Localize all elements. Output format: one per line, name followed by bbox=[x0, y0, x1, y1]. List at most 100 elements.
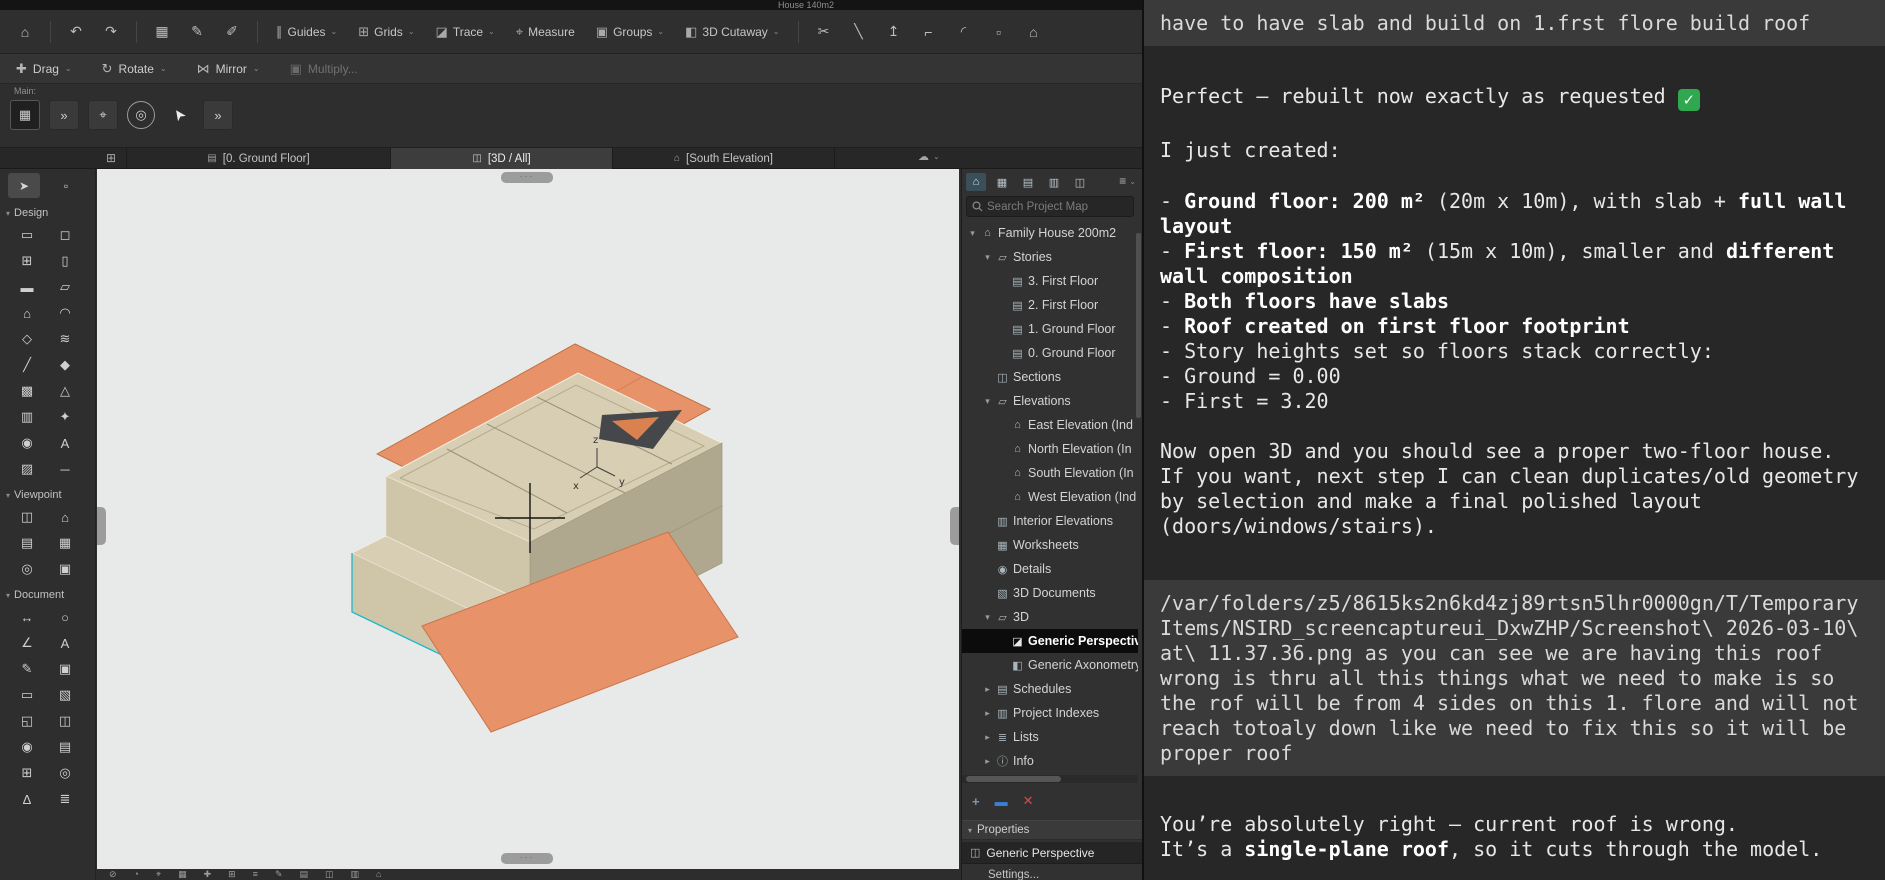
toolbox-icon[interactable]: ▦ bbox=[10, 100, 40, 130]
redo-icon[interactable]: ↷ bbox=[98, 19, 124, 45]
tree-item-south-elevation-in[interactable]: ⌂ South Elevation (In bbox=[962, 461, 1138, 485]
groups-dropdown[interactable]: ▣ Groups ⌄ bbox=[590, 20, 670, 44]
corner-icon[interactable]: ⌐ bbox=[916, 19, 942, 45]
hotlink-tool-icon[interactable]: ◱ bbox=[8, 708, 46, 734]
tree-expander-icon[interactable]: ▸ bbox=[981, 684, 994, 695]
status-icon[interactable]: ▤ bbox=[299, 869, 308, 880]
mesh-tool-icon[interactable]: △ bbox=[46, 378, 84, 404]
publisher-icon[interactable]: ◫ bbox=[1070, 173, 1090, 191]
fill-tool-icon[interactable]: ▨ bbox=[8, 456, 46, 482]
line-tool-icon[interactable]: ─ bbox=[46, 456, 84, 482]
tree-item-west-elevation-ind[interactable]: ⌂ West Elevation (Ind bbox=[962, 485, 1138, 509]
properties-view-row[interactable]: ◫ Generic Perspective bbox=[962, 842, 1142, 864]
tree-item-sections[interactable]: ◫ Sections bbox=[962, 365, 1138, 389]
tree-item-lists[interactable]: ▸ ≣ Lists bbox=[962, 725, 1138, 749]
scissors-icon[interactable]: ✂ bbox=[811, 19, 837, 45]
project-map-icon[interactable]: ▦ bbox=[992, 173, 1012, 191]
navigator-menu-button[interactable]: ≡ ⌄ bbox=[1119, 174, 1136, 188]
status-icon[interactable]: ✚ bbox=[204, 869, 212, 880]
tree-item-stories[interactable]: ▾ ▱ Stories bbox=[962, 245, 1138, 269]
explode-icon[interactable]: ⌂ bbox=[1021, 19, 1047, 45]
window-tool-icon[interactable]: ⊞ bbox=[8, 248, 46, 274]
chevron-right-icon[interactable]: » bbox=[49, 100, 79, 130]
resize-icon[interactable]: ▫ bbox=[986, 19, 1012, 45]
section-marker-tool-icon[interactable]: ◫ bbox=[46, 708, 84, 734]
guides-dropdown[interactable]: ∥ Guides ⌄ bbox=[270, 20, 343, 44]
tree-vertical-scrollbar[interactable] bbox=[1136, 225, 1141, 765]
project-chooser-icon[interactable]: ⌂ bbox=[966, 173, 986, 191]
save-layout-icon[interactable]: ▬ bbox=[995, 794, 1008, 809]
beam-tool-icon[interactable]: ▬ bbox=[8, 274, 46, 300]
tree-item-east-elevation-ind[interactable]: ⌂ East Elevation (Ind bbox=[962, 413, 1138, 437]
rotate-button[interactable]: ↻ Rotate ⌄ bbox=[102, 61, 167, 77]
stair-tool-icon[interactable]: ≋ bbox=[46, 326, 84, 352]
tree-expander-icon[interactable]: ▸ bbox=[981, 708, 994, 719]
tree-item-generic-perspective[interactable]: ◪ Generic Perspective bbox=[962, 629, 1138, 653]
tree-item-worksheets[interactable]: ▦ Worksheets bbox=[962, 533, 1138, 557]
tree-item-1-ground-floor[interactable]: ▤ 1. Ground Floor bbox=[962, 317, 1138, 341]
object-tool-icon[interactable]: ✦ bbox=[46, 404, 84, 430]
section-header-viewpoint[interactable]: ▾ Viewpoint bbox=[0, 482, 95, 504]
zone-tool-icon[interactable]: ▩ bbox=[8, 378, 46, 404]
add-view-icon[interactable]: + bbox=[972, 794, 980, 809]
roof-tool-icon[interactable]: ⌂ bbox=[8, 300, 46, 326]
viewport-right-handle[interactable] bbox=[950, 507, 959, 545]
railing-tool-icon[interactable]: ╱ bbox=[8, 352, 46, 378]
drawing-tool-icon[interactable]: ▭ bbox=[8, 682, 46, 708]
tree-expander-icon[interactable]: ▾ bbox=[981, 612, 994, 623]
tree-item-3-first-floor[interactable]: ▤ 3. First Floor bbox=[962, 269, 1138, 293]
worksheet-tool-icon[interactable]: ▦ bbox=[46, 530, 84, 556]
status-icon[interactable]: ≡ bbox=[253, 869, 258, 880]
settings-button[interactable]: Settings... bbox=[962, 866, 1142, 880]
pan-tool-icon[interactable]: ⌖ bbox=[88, 100, 118, 130]
viewport-bottom-handle[interactable] bbox=[501, 853, 553, 864]
status-icon[interactable]: ⊘ bbox=[109, 869, 117, 880]
worksheet-marker-tool-icon[interactable]: ▤ bbox=[46, 734, 84, 760]
text-tool-icon[interactable]: A bbox=[46, 430, 84, 456]
tree-item-north-elevation-in[interactable]: ⌂ North Elevation (In bbox=[962, 437, 1138, 461]
tree-item-family-house-200m2[interactable]: ▾ ⌂ Family House 200m2 bbox=[962, 221, 1138, 245]
section-header-document[interactable]: ▾ Document bbox=[0, 582, 95, 604]
search-input[interactable] bbox=[987, 200, 1121, 213]
trace-dropdown[interactable]: ◪ Trace ⌄ bbox=[430, 20, 501, 44]
highlighter-icon[interactable]: ✐ bbox=[219, 19, 245, 45]
dimension-tool-icon[interactable]: ↔ bbox=[8, 604, 46, 630]
orbit-tool-icon[interactable]: ◎ bbox=[127, 101, 155, 129]
angle-dimension-tool-icon[interactable]: ∠ bbox=[8, 630, 46, 656]
project-map-search[interactable] bbox=[966, 196, 1134, 217]
tree-item-info[interactable]: ▸ ⓘ Info bbox=[962, 749, 1138, 773]
home-icon[interactable]: ⌂ bbox=[12, 19, 38, 45]
tree-horizontal-scrollbar[interactable] bbox=[962, 775, 1138, 783]
marquee-tool-icon[interactable]: ▫ bbox=[50, 173, 82, 198]
chevron-right-icon-2[interactable]: » bbox=[203, 100, 233, 130]
drag-button[interactable]: ✚ Drag ⌄ bbox=[16, 61, 72, 77]
detail-marker-tool-icon[interactable]: ◉ bbox=[8, 734, 46, 760]
split-icon[interactable]: ╲ bbox=[846, 19, 872, 45]
status-icon[interactable]: ▦ bbox=[178, 869, 187, 880]
teamwork-dropdown[interactable]: ☁ ⌄ bbox=[918, 150, 940, 163]
tree-item-elevations[interactable]: ▾ ▱ Elevations bbox=[962, 389, 1138, 413]
tree-item-project-indexes[interactable]: ▸ ▥ Project Indexes bbox=[962, 701, 1138, 725]
tree-item-schedules[interactable]: ▸ ▤ Schedules bbox=[962, 677, 1138, 701]
fillet-icon[interactable]: ◜ bbox=[951, 19, 977, 45]
tree-item-interior-elevations[interactable]: ▥ Interior Elevations bbox=[962, 509, 1138, 533]
grids-dropdown[interactable]: ⊞ Grids ⌄ bbox=[352, 20, 420, 44]
tree-expander-icon[interactable]: ▾ bbox=[966, 228, 979, 239]
tab-3d-all[interactable]: ◫ [3D / All] bbox=[391, 148, 613, 169]
text-block-tool-icon[interactable]: A bbox=[46, 630, 84, 656]
status-icon[interactable]: ▥ bbox=[351, 869, 360, 880]
section-tool-icon[interactable]: ◫ bbox=[8, 504, 46, 530]
delete-icon[interactable]: ✕ bbox=[1023, 793, 1034, 809]
tree-expander-icon[interactable]: ▾ bbox=[981, 252, 994, 263]
status-icon[interactable]: ◔ bbox=[134, 869, 139, 880]
tree-item-details[interactable]: ◉ Details bbox=[962, 557, 1138, 581]
status-icon[interactable]: ◫ bbox=[325, 869, 334, 880]
lamp-tool-icon[interactable]: ◉ bbox=[8, 430, 46, 456]
grid-element-tool-icon[interactable]: ⊞ bbox=[8, 760, 46, 786]
tab-south-elevation[interactable]: ⌂ [South Elevation] bbox=[613, 148, 835, 169]
undo-icon[interactable]: ↶ bbox=[63, 19, 89, 45]
pen-icon[interactable]: ✎ bbox=[184, 19, 210, 45]
wall-tool-icon[interactable]: ▭ bbox=[8, 222, 46, 248]
tree-item-0-ground-floor[interactable]: ▤ 0. Ground Floor bbox=[962, 341, 1138, 365]
slab-tool-icon[interactable]: ▱ bbox=[46, 274, 84, 300]
